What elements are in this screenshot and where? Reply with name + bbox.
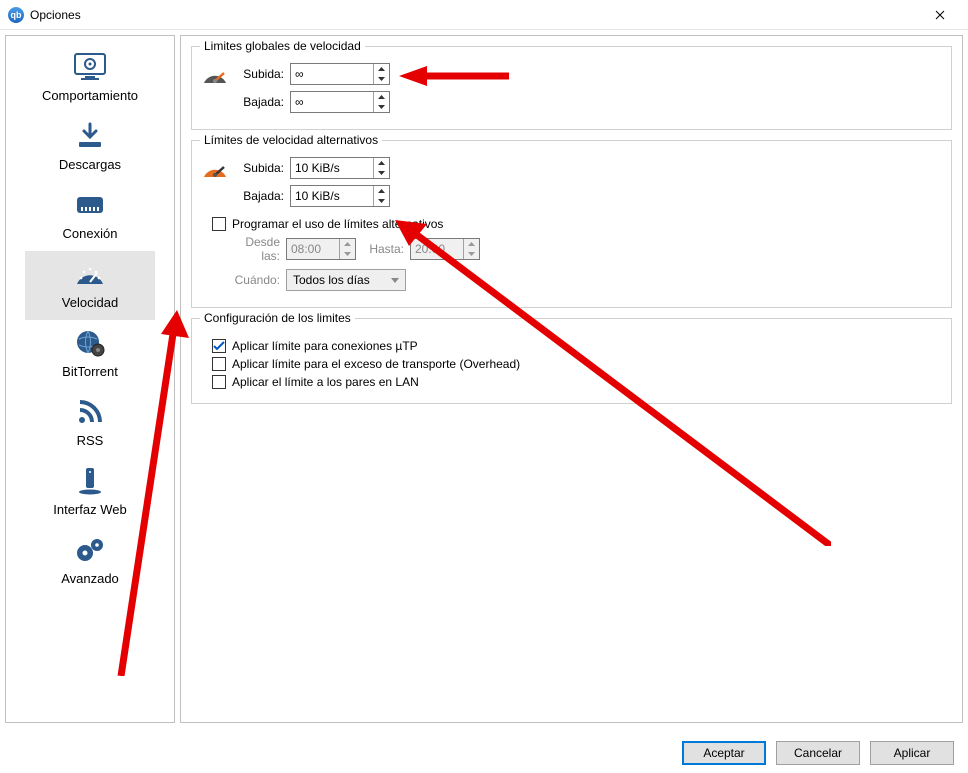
from-label: Desde las: [224,235,280,263]
global-download-spinner[interactable] [290,91,390,113]
gears-icon [70,533,110,567]
cancel-button[interactable]: Cancelar [776,741,860,765]
group-title: Configuración de los limites [200,311,355,325]
ok-button[interactable]: Aceptar [682,741,766,765]
group-limit-config: Configuración de los limites Aplicar lím… [191,318,952,404]
global-upload-spinner[interactable] [290,63,390,85]
sidebar-item-label: BitTorrent [62,364,118,379]
utp-checkbox[interactable]: Aplicar límite para conexiones µTP [212,339,941,353]
globe-gear-icon [70,326,110,360]
sidebar-item-label: Conexión [63,226,118,241]
download-icon [70,119,110,153]
alt-upload-input[interactable] [291,161,373,175]
lan-checkbox-label: Aplicar el límite a los pares en LAN [232,375,419,389]
lan-checkbox[interactable]: Aplicar el límite a los pares en LAN [212,375,941,389]
sidebar-item-label: Velocidad [62,295,118,310]
checkbox-box [212,217,226,231]
apply-button[interactable]: Aplicar [870,741,954,765]
spin-down-icon[interactable] [374,196,389,206]
sidebar-item-bittorrent[interactable]: BitTorrent [25,320,154,389]
spin-up-icon[interactable] [374,64,389,74]
sidebar-item-label: Descargas [59,157,121,172]
from-time-spinner [286,238,356,260]
server-icon [70,464,110,498]
group-title: Límites de velocidad alternativos [200,133,382,147]
spin-up-icon[interactable] [374,92,389,102]
spin-down-icon[interactable] [374,168,389,178]
spin-up-icon [340,239,355,249]
spin-down-icon[interactable] [374,74,389,84]
sidebar-item-connection[interactable]: Conexión [25,182,154,251]
sidebar: Comportamiento Descargas Conexión Veloci… [5,35,175,723]
to-time-input [411,242,463,256]
sidebar-item-downloads[interactable]: Descargas [25,113,154,182]
schedule-checkbox-label: Programar el uso de límites alternativos [232,217,443,231]
to-time-spinner [410,238,480,260]
ethernet-icon [70,188,110,222]
download-label: Bajada: [236,95,284,109]
sidebar-item-label: Interfaz Web [53,502,126,517]
upload-label: Subida: [236,161,284,175]
spin-up-icon[interactable] [374,158,389,168]
dialog-footer: Aceptar Cancelar Aplicar [0,733,968,773]
schedule-checkbox[interactable]: Programar el uso de límites alternativos [212,217,941,231]
alt-upload-spinner[interactable] [290,157,390,179]
spin-down-icon [464,249,479,259]
download-label: Bajada: [236,189,284,203]
monitor-gear-icon [70,50,110,84]
sidebar-item-behavior[interactable]: Comportamiento [25,44,154,113]
checkbox-box [212,375,226,389]
sidebar-item-speed[interactable]: Velocidad [25,251,154,320]
when-label: Cuándo: [224,273,280,287]
global-download-input[interactable] [291,95,373,109]
sidebar-item-rss[interactable]: RSS [25,389,154,458]
spin-down-icon[interactable] [374,102,389,112]
when-select: Todos los días [286,269,406,291]
overhead-checkbox[interactable]: Aplicar límite para el exceso de transpo… [212,357,941,371]
spin-up-icon [464,239,479,249]
overhead-checkbox-label: Aplicar límite para el exceso de transpo… [232,357,520,371]
group-global-limits: Limites globales de velocidad Subida: Ba… [191,46,952,130]
checkbox-box [212,357,226,371]
speedometer-small-icon [202,63,228,89]
from-time-input [287,242,339,256]
to-label: Hasta: [362,242,404,256]
rss-icon [70,395,110,429]
speedometer-icon [70,257,110,291]
group-title: Limites globales de velocidad [200,39,365,53]
group-alt-limits: Límites de velocidad alternativos Subida… [191,140,952,308]
titlebar: qb Opciones [0,0,968,30]
spin-up-icon[interactable] [374,186,389,196]
upload-label: Subida: [236,67,284,81]
spin-down-icon [340,249,355,259]
app-logo-icon: qb [8,7,24,23]
global-upload-input[interactable] [291,67,373,81]
alt-download-spinner[interactable] [290,185,390,207]
utp-checkbox-label: Aplicar límite para conexiones µTP [232,339,418,353]
sidebar-item-webui[interactable]: Interfaz Web [25,458,154,527]
sidebar-item-advanced[interactable]: Avanzado [25,527,154,596]
content-panel: Limites globales de velocidad Subida: Ba… [180,35,963,723]
checkbox-box [212,339,226,353]
speedometer-alt-icon [202,157,228,183]
window-title: Opciones [30,8,920,22]
alt-download-input[interactable] [291,189,373,203]
sidebar-item-label: RSS [77,433,104,448]
sidebar-item-label: Avanzado [61,571,119,586]
sidebar-item-label: Comportamiento [42,88,138,103]
close-button[interactable] [920,0,960,30]
